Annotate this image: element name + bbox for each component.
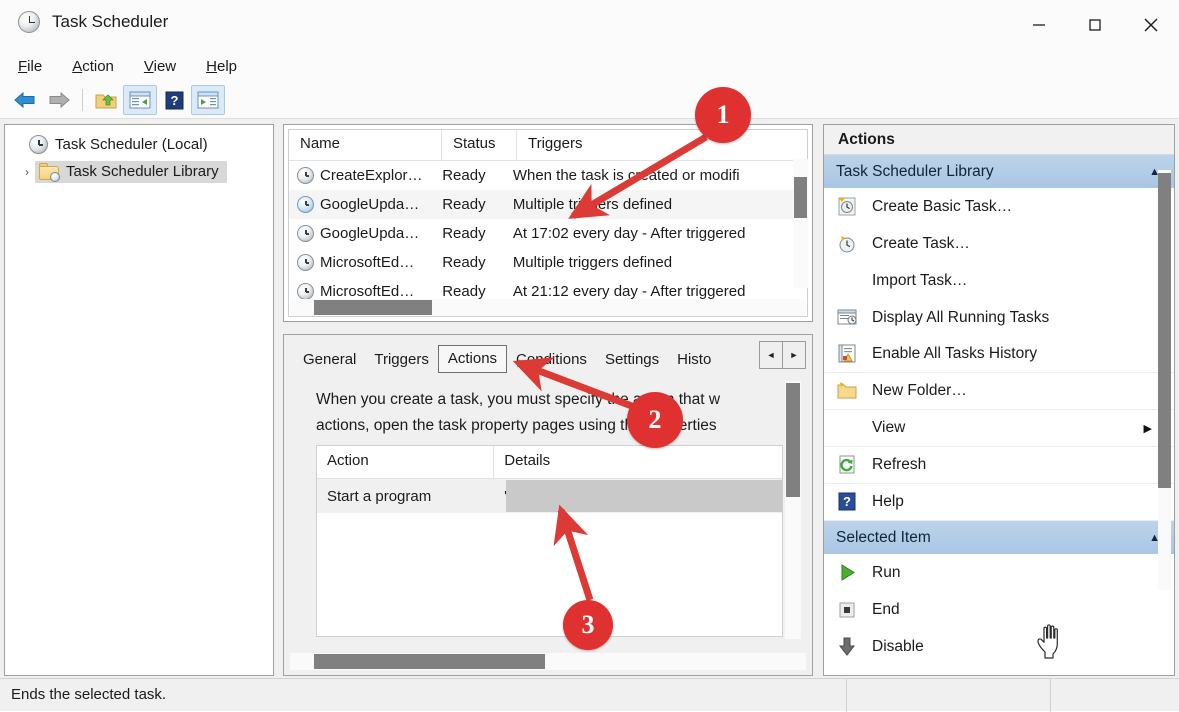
arrow-1: [568, 133, 708, 220]
arrow-3: [553, 504, 594, 602]
hand-pointer-cursor: [1037, 624, 1058, 659]
annotation-marker-3: 3: [563, 600, 613, 650]
task-scheduler-window: Task Scheduler File Action View Help ? T…: [0, 0, 1179, 712]
annotation-marker-1: 1: [695, 87, 751, 143]
annotation-marker-2: 2: [627, 392, 683, 448]
arrow-2: [512, 357, 639, 412]
